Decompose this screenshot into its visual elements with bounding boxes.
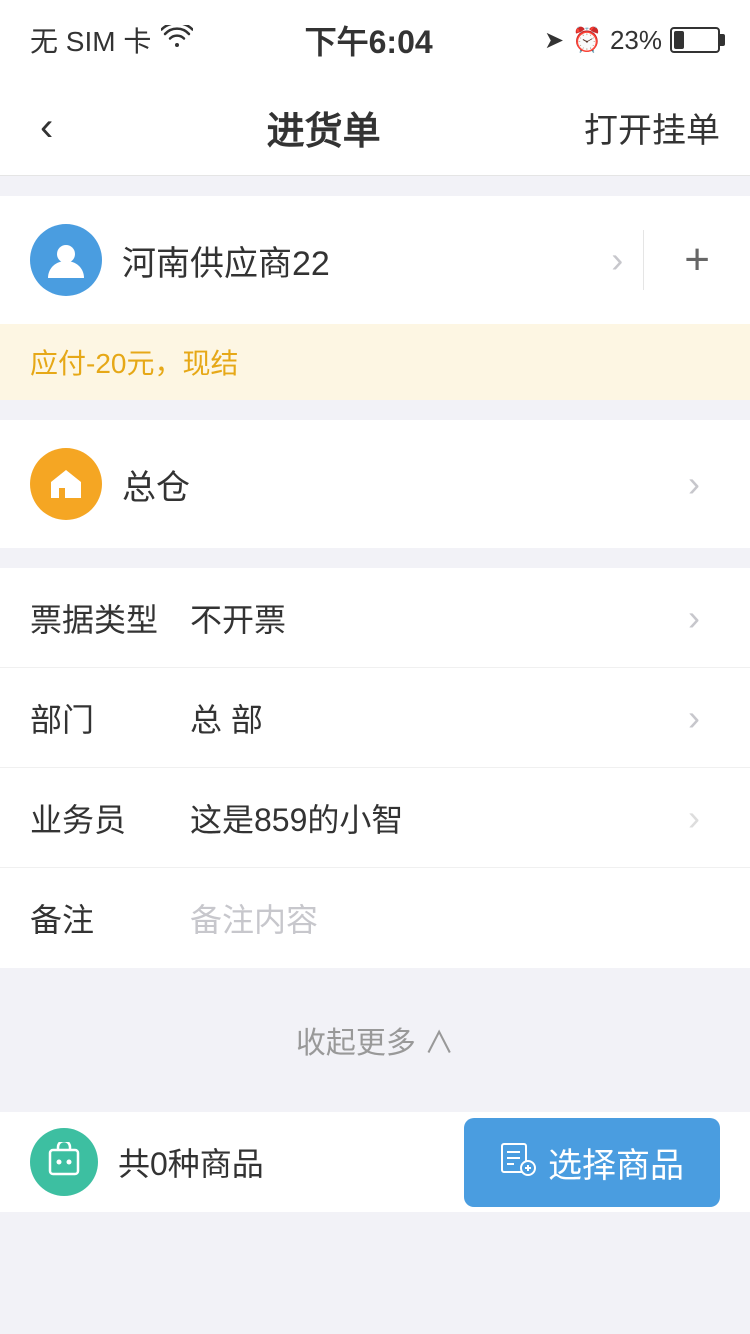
battery-icon <box>670 27 720 53</box>
bottom-bar: 共0种商品 选择商品 <box>0 1112 750 1212</box>
page-title: 进货单 <box>267 100 381 155</box>
location-icon: ➤ <box>544 26 564 55</box>
notice-bar: 应付-20元，现结 <box>0 324 750 400</box>
supplier-chevron-icon: › <box>611 239 623 281</box>
carrier-text: 无 SIM 卡 <box>30 20 151 60</box>
warehouse-row[interactable]: 总仓 › <box>0 420 750 548</box>
supplier-row[interactable]: 河南供应商22 › + <box>0 196 750 324</box>
supplier-avatar <box>30 224 102 296</box>
invoice-chevron-icon: › <box>688 597 700 639</box>
product-cart-icon <box>30 1128 98 1196</box>
warehouse-icon <box>30 448 102 520</box>
remark-row[interactable]: 备注 备注内容 <box>0 868 750 968</box>
nav-bar: ‹ 进货单 打开挂单 <box>0 80 750 176</box>
invoice-type-value: 不开票 <box>170 595 688 641</box>
supplier-section: 河南供应商22 › + <box>0 196 750 324</box>
collapse-row[interactable]: 收起更多 ∧ <box>0 988 750 1092</box>
salesperson-chevron-icon: › <box>688 797 700 839</box>
back-button[interactable]: ‹ <box>30 95 63 160</box>
battery-percent: 23% <box>610 25 662 56</box>
notice-text: 应付-20元，现结 <box>30 348 238 379</box>
salesperson-value: 这是859的小智 <box>170 795 688 841</box>
remark-input[interactable]: 备注内容 <box>170 895 720 941</box>
status-bar: 无 SIM 卡 下午6:04 ➤ ⏰ 23% <box>0 0 750 80</box>
dept-chevron-icon: › <box>688 697 700 739</box>
warehouse-name: 总仓 <box>122 460 688 509</box>
invoice-type-label: 票据类型 <box>30 595 170 641</box>
dept-row[interactable]: 部门 总 部 › <box>0 668 750 768</box>
supplier-name: 河南供应商22 <box>122 236 611 285</box>
select-product-label: 选择商品 <box>548 1138 684 1187</box>
salesperson-row[interactable]: 业务员 这是859的小智 › <box>0 768 750 868</box>
remark-label: 备注 <box>30 895 170 941</box>
salesperson-label: 业务员 <box>30 795 170 841</box>
collapse-label: 收起更多 ∧ <box>296 1018 454 1062</box>
select-product-icon <box>500 1140 536 1185</box>
dept-value: 总 部 <box>170 695 688 741</box>
status-time: 下午6:04 <box>305 17 433 63</box>
supplier-divider <box>643 230 644 290</box>
dept-label: 部门 <box>30 695 170 741</box>
select-product-button[interactable]: 选择商品 <box>464 1118 720 1207</box>
product-count: 共0种商品 <box>118 1139 464 1185</box>
alarm-icon: ⏰ <box>572 26 602 55</box>
status-left: 无 SIM 卡 <box>30 20 193 60</box>
form-card: 票据类型 不开票 › 部门 总 部 › 业务员 这是859的小智 › 备注 备注… <box>0 568 750 968</box>
invoice-type-row[interactable]: 票据类型 不开票 › <box>0 568 750 668</box>
wifi-icon <box>161 24 193 56</box>
content: 河南供应商22 › + 应付-20元，现结 总仓 › 票据类型 不开票 › <box>0 176 750 1212</box>
status-right: ➤ ⏰ 23% <box>544 25 720 56</box>
open-pending-button[interactable]: 打开挂单 <box>584 103 720 152</box>
add-supplier-button[interactable]: + <box>674 235 720 285</box>
warehouse-chevron-icon: › <box>688 463 700 505</box>
